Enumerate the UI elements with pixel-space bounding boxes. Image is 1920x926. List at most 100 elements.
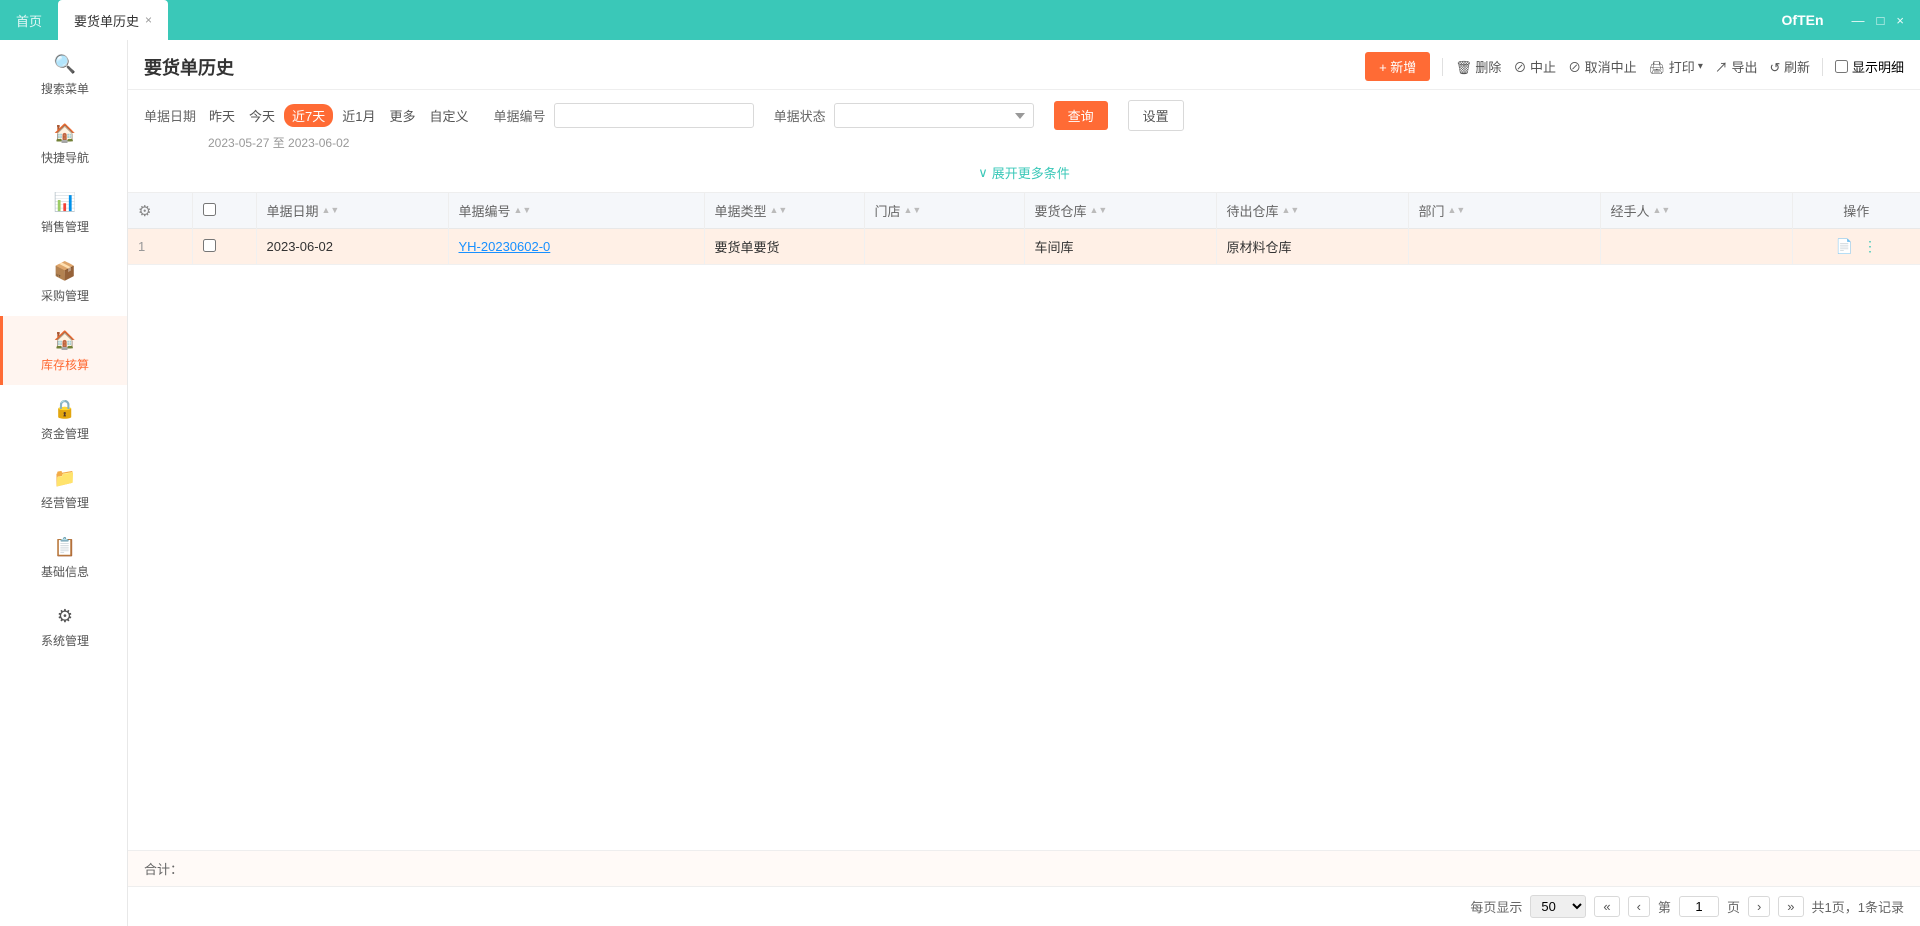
page-size-select[interactable]: 10 20 50 100 [1530,895,1586,918]
select-all-checkbox[interactable] [203,203,216,216]
th-code: 单据编号 ▲▼ [448,193,704,229]
display-detail-label: 显示明细 [1852,57,1904,76]
bill-no-label: 单据编号 [494,106,546,125]
th-ops-label: 操作 [1843,204,1869,219]
tab-yaohuodan-label: 要货单历史 [74,11,139,30]
toolbar: + 新增 🗑 删除 ⊘ 中止 ⊘ 取消中止 🖨 打印 ▾ ↗ 导出 ↺ 刷新 显… [1365,52,1904,81]
print-label: 🖨 打印 [1649,57,1695,76]
sidebar-item-inventory[interactable]: 🏠 库存核算 [0,316,127,385]
close-button[interactable]: × [1896,13,1904,28]
delete-button[interactable]: 🗑 删除 [1455,57,1501,76]
th-wh2: 待出仓库 ▲▼ [1216,193,1408,229]
cancel-stop-button[interactable]: ⊘ 取消中止 [1568,57,1637,76]
sort-date[interactable]: 单据日期 ▲▼ [267,201,438,220]
sort-wh[interactable]: 要货仓库 ▲▼ [1035,201,1206,220]
table-container: ⚙ 单据日期 ▲▼ 单据编号 [128,193,1920,850]
row-wh2-value: 原材料仓库 [1227,240,1292,255]
column-settings-icon[interactable]: ⚙ [138,203,151,220]
sidebar-item-basic[interactable]: 📋 基础信息 [0,523,127,592]
folder-icon: 📁 [53,466,77,490]
table-header-row: ⚙ 单据日期 ▲▼ 单据编号 [128,193,1920,229]
sidebar-item-finance-label: 资金管理 [41,425,89,442]
sidebar-item-search-label: 搜索菜单 [41,80,89,97]
page-info: 共1页，1条记录 [1812,897,1904,916]
last-page-button[interactable]: » [1778,896,1803,917]
sidebar-item-system[interactable]: ⚙ 系统管理 [0,592,127,661]
sidebar-item-operations[interactable]: 📁 经营管理 [0,454,127,523]
home-icon: 🏠 [53,121,77,145]
th-dept-label: 部门 [1419,201,1445,220]
page-input-label: 第 [1658,897,1671,916]
main-table: ⚙ 单据日期 ▲▼ 单据编号 [128,193,1920,265]
prev-page-button[interactable]: ‹ [1628,896,1650,917]
bill-status-filter-group: 单据状态 [774,103,1034,128]
th-handler-label: 经手人 [1611,201,1650,220]
th-wh-label: 要货仓库 [1035,201,1087,220]
clipboard-icon: 📋 [53,535,77,559]
sidebar-item-search[interactable]: 🔍 搜索菜单 [0,40,127,109]
top-bar: 首页 要货单历史 × OfTEn — □ × [0,0,1920,40]
display-detail-checkbox[interactable] [1835,60,1848,73]
maximize-button[interactable]: □ [1877,13,1885,28]
page-number-input[interactable] [1679,896,1719,917]
window-controls: OfTEn — □ × [1766,12,1920,28]
date-7days[interactable]: 近7天 [284,104,333,127]
date-filter-group: 单据日期 昨天 今天 近7天 近1月 更多 自定义 [144,104,474,127]
table-row: 1 2023-06-02 YH-20230602-0 要货单要货 [128,229,1920,265]
row-checkbox[interactable] [203,239,216,252]
row-date-value: 2023-06-02 [267,239,334,254]
divider-2 [1822,58,1823,76]
sort-store-arrows: ▲▼ [904,206,922,215]
date-today[interactable]: 今天 [244,104,280,127]
footer-bar: 合计： [128,850,1920,886]
th-settings: ⚙ [128,193,192,229]
sort-type[interactable]: 单据类型 ▲▼ [715,201,854,220]
sort-handler[interactable]: 经手人 ▲▼ [1611,201,1782,220]
date-custom[interactable]: 自定义 [425,104,474,127]
tab-yaohuodan-close[interactable]: × [145,13,152,27]
sidebar-item-sales-label: 销售管理 [41,218,89,235]
th-type: 单据类型 ▲▼ [704,193,864,229]
sidebar-item-inventory-label: 库存核算 [41,356,89,373]
new-button[interactable]: + 新增 [1365,52,1430,81]
td-type: 要货单要货 [704,229,864,265]
minimize-button[interactable]: — [1852,13,1865,28]
sidebar-item-purchase[interactable]: 📦 采购管理 [0,247,127,316]
export-button[interactable]: ↗ 导出 [1715,57,1758,76]
sidebar-item-quicknav[interactable]: 🏠 快捷导航 [0,109,127,178]
th-store: 门店 ▲▼ [864,193,1024,229]
row-view-button[interactable]: 📄 [1834,236,1855,257]
sort-dept-arrows: ▲▼ [1448,206,1466,215]
date-yesterday[interactable]: 昨天 [204,104,240,127]
query-button[interactable]: 查询 [1054,101,1108,130]
row-more-button[interactable]: ⋮ [1861,236,1879,257]
tab-home[interactable]: 首页 [0,0,58,40]
sidebar-item-sales[interactable]: 📊 销售管理 [0,178,127,247]
bill-no-input[interactable] [554,103,754,128]
bill-status-select[interactable] [834,103,1034,128]
tab-yaohuodan[interactable]: 要货单历史 × [58,0,168,40]
settings-filter-button[interactable]: 设置 [1128,100,1184,131]
refresh-button[interactable]: ↺ 刷新 [1769,57,1810,76]
page-title: 要货单历史 [144,54,234,80]
next-page-button[interactable]: › [1748,896,1770,917]
filter-row-1: 单据日期 昨天 今天 近7天 近1月 更多 自定义 单据编号 [144,100,1904,131]
sort-handler-arrows: ▲▼ [1653,206,1671,215]
first-page-button[interactable]: « [1594,896,1619,917]
date-more[interactable]: 更多 [385,104,421,127]
sort-wh2[interactable]: 待出仓库 ▲▼ [1227,201,1398,220]
sort-code[interactable]: 单据编号 ▲▼ [459,201,694,220]
td-code[interactable]: YH-20230602-0 [448,229,704,265]
expand-more-button[interactable]: ∨ 展开更多条件 [978,163,1070,182]
th-store-label: 门店 [875,201,901,220]
td-wh2: 原材料仓库 [1216,229,1408,265]
sidebar-item-quicknav-label: 快捷导航 [41,149,89,166]
print-button[interactable]: 🖨 打印 ▾ [1649,57,1703,76]
sort-dept[interactable]: 部门 ▲▼ [1419,201,1590,220]
sidebar-item-finance[interactable]: 🔒 资金管理 [0,385,127,454]
sort-store[interactable]: 门店 ▲▼ [875,201,1014,220]
sort-code-arrows: ▲▼ [514,206,532,215]
stop-button[interactable]: ⊘ 中止 [1513,57,1556,76]
tab-bar: 首页 要货单历史 × [0,0,1766,40]
date-1month[interactable]: 近1月 [337,104,380,127]
